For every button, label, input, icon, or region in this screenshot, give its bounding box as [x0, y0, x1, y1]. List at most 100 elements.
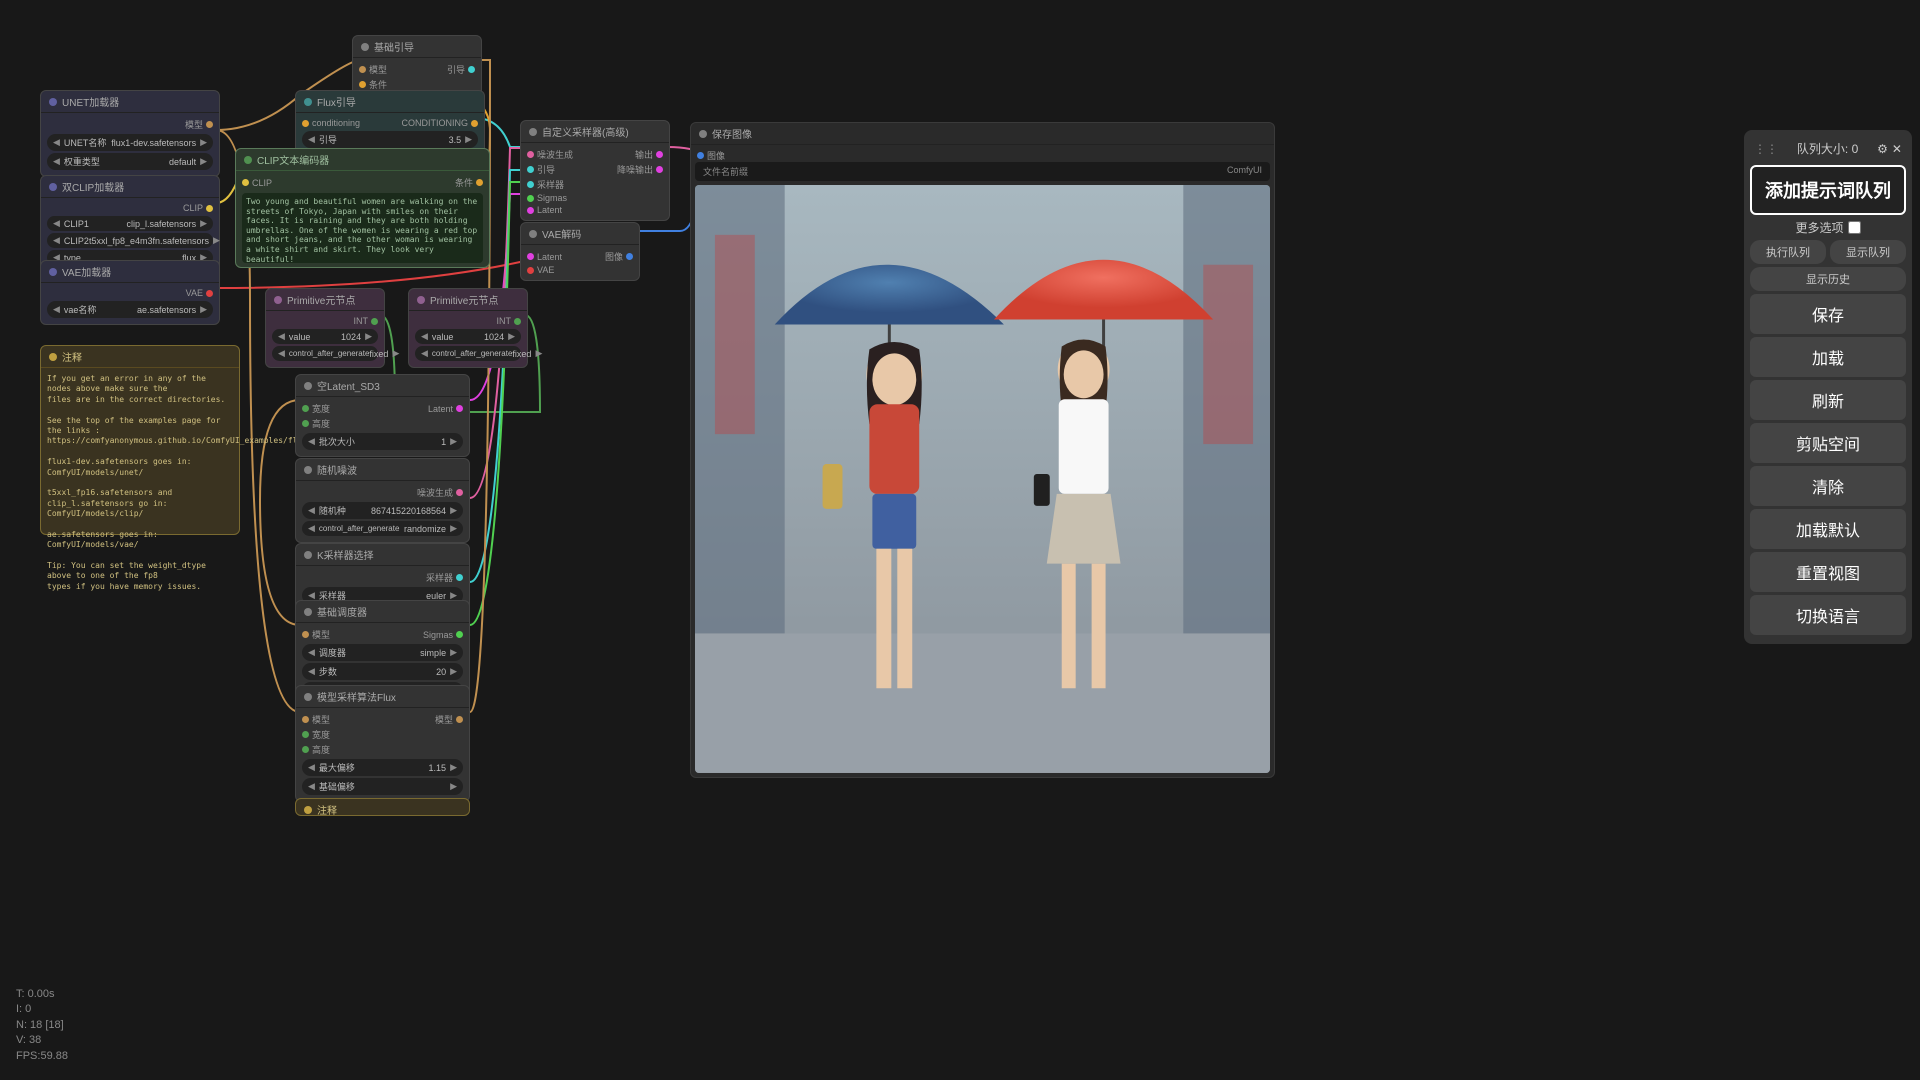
prompt-textarea[interactable]: Two young and beautiful women are walkin… — [242, 193, 483, 263]
node-flux-guidance[interactable]: Flux引导 conditioningCONDITIONING ◀引导3.5▶ — [295, 90, 485, 155]
port-image-out[interactable] — [626, 253, 633, 260]
widget-clip2[interactable]: ◀CLIP2t5xxl_fp8_e4m3fn.safetensors▶ — [47, 233, 213, 248]
clipspace-button[interactable]: 剪贴空间 — [1750, 423, 1906, 463]
widget-scheduler[interactable]: ◀调度器simple▶ — [302, 644, 463, 661]
node-dot-icon — [49, 353, 57, 361]
node-dot-icon — [529, 128, 537, 136]
port-cond-out[interactable] — [471, 120, 478, 127]
node-vae-loader[interactable]: VAE加载器 VAE ◀vae名称ae.safetensors▶ — [40, 260, 220, 325]
status-overlay: T: 0.00s I: 0 N: 18 [18] V: 38 FPS:59.88 — [16, 987, 68, 1064]
widget-clip1[interactable]: ◀CLIP1clip_l.safetensors▶ — [47, 216, 213, 231]
port-model-in[interactable] — [302, 716, 309, 723]
node-note[interactable]: 注释 If you get an error in any of the nod… — [40, 345, 240, 535]
load-button[interactable]: 加载 — [1750, 337, 1906, 377]
node-empty-latent[interactable]: 空Latent_SD3 宽度Latent 高度 ◀批次大小1▶ — [295, 374, 470, 457]
node-model-sampling-flux[interactable]: 模型采样算法Flux 模型模型 宽度 高度 ◀最大偏移1.15▶ ◀基础偏移▶ — [295, 685, 470, 802]
port-output[interactable] — [656, 151, 663, 158]
node-random-noise[interactable]: 随机噪波 噪波生成 ◀随机种867415220168564▶ ◀control_… — [295, 458, 470, 543]
port-clip-out[interactable] — [206, 205, 213, 212]
widget-max-shift[interactable]: ◀最大偏移1.15▶ — [302, 759, 463, 776]
port-image-in[interactable] — [697, 152, 704, 159]
port-width-in[interactable] — [302, 731, 309, 738]
node-dot-icon — [304, 382, 312, 390]
node-vae-decode[interactable]: VAE解码 Latent图像 VAE — [520, 222, 640, 281]
port-int-out[interactable] — [371, 318, 378, 325]
node-save-image[interactable]: 保存图像 图像 文件名前缀ComfyUI — [690, 122, 1275, 778]
node-unet-loader[interactable]: UNET加载器 模型 ◀UNET名称flux1-dev.safetensors▶… — [40, 90, 220, 177]
show-history-button[interactable]: 显示历史 — [1750, 267, 1906, 291]
port-noise-out[interactable] — [456, 489, 463, 496]
port-guider-in[interactable] — [527, 166, 534, 173]
node-dot-icon — [49, 268, 57, 276]
port-sigmas-in[interactable] — [527, 195, 534, 202]
port-latent-in[interactable] — [527, 207, 534, 214]
port-height-in[interactable] — [302, 746, 309, 753]
port-int-out[interactable] — [514, 318, 521, 325]
node-dot-icon — [304, 608, 312, 616]
port-clip-in[interactable] — [242, 179, 249, 186]
sidebar-panel[interactable]: ⋮⋮ 队列大小: 0 ⚙ ✕ 添加提示词队列 更多选项 执行队列 显示队列 显示… — [1744, 130, 1912, 644]
port-sampler-in[interactable] — [527, 181, 534, 188]
port-noise-in[interactable] — [527, 151, 534, 158]
gear-icon[interactable]: ⚙ — [1877, 142, 1888, 156]
port-denoised[interactable] — [656, 166, 663, 173]
widget-guidance[interactable]: ◀引导3.5▶ — [302, 131, 478, 148]
node-dot-icon — [417, 296, 425, 304]
port-latent-out[interactable] — [456, 405, 463, 412]
widget-base-shift[interactable]: ◀基础偏移▶ — [302, 778, 463, 795]
widget-control[interactable]: ◀control_after_generaterandomize▶ — [302, 521, 463, 536]
exec-queue-button[interactable]: 执行队列 — [1750, 240, 1826, 264]
refresh-button[interactable]: 刷新 — [1750, 380, 1906, 420]
port-cond-in[interactable] — [359, 81, 366, 88]
widget-control[interactable]: ◀control_after_generatefixed▶ — [415, 346, 521, 361]
port-cond-out[interactable] — [476, 179, 483, 186]
load-default-button[interactable]: 加载默认 — [1750, 509, 1906, 549]
port-sampler-out[interactable] — [456, 574, 463, 581]
more-options-checkbox[interactable] — [1848, 221, 1861, 234]
node-basic-guidance[interactable]: 基础引导 模型引导 条件 — [352, 35, 482, 97]
port-model-in[interactable] — [302, 631, 309, 638]
port-sigmas-out[interactable] — [456, 631, 463, 638]
port-guider-out[interactable] — [468, 66, 475, 73]
node-dot-icon — [304, 98, 312, 106]
widget-batch[interactable]: ◀批次大小1▶ — [302, 433, 463, 450]
node-dot-icon — [49, 183, 57, 191]
port-latent-in[interactable] — [527, 253, 534, 260]
port-vae-out[interactable] — [206, 290, 213, 297]
node-dot-icon — [49, 98, 57, 106]
widget-seed[interactable]: ◀随机种867415220168564▶ — [302, 502, 463, 519]
reset-view-button[interactable]: 重置视图 — [1750, 552, 1906, 592]
widget-control[interactable]: ◀control_after_generatefixed▶ — [272, 346, 378, 361]
clear-button[interactable]: 清除 — [1750, 466, 1906, 506]
node-dual-clip-loader[interactable]: 双CLIP加载器 CLIP ◀CLIP1clip_l.safetensors▶ … — [40, 175, 220, 272]
show-queue-button[interactable]: 显示队列 — [1830, 240, 1906, 264]
port-cond-in[interactable] — [302, 120, 309, 127]
node-note-2[interactable]: 注释 — [295, 798, 470, 816]
add-queue-button[interactable]: 添加提示词队列 — [1750, 165, 1906, 215]
preview-image — [695, 185, 1270, 773]
widget-unet-name[interactable]: ◀UNET名称flux1-dev.safetensors▶ — [47, 134, 213, 151]
port-model-in[interactable] — [359, 66, 366, 73]
filename-prefix-input[interactable]: 文件名前缀ComfyUI — [695, 162, 1270, 181]
widget-value[interactable]: ◀value1024▶ — [272, 329, 378, 344]
queue-size-label: 队列大小: 0 — [1797, 140, 1858, 157]
close-icon[interactable]: ✕ — [1892, 142, 1902, 156]
node-primitive-2[interactable]: Primitive元节点 INT ◀value1024▶ ◀control_af… — [408, 288, 528, 368]
port-vae-in[interactable] — [527, 267, 534, 274]
note-text: If you get an error in any of the nodes … — [41, 368, 239, 598]
widget-steps[interactable]: ◀步数20▶ — [302, 663, 463, 680]
port-height-in[interactable] — [302, 420, 309, 427]
widget-weight-type[interactable]: ◀权重类型default▶ — [47, 153, 213, 170]
port-width-in[interactable] — [302, 405, 309, 412]
node-dot-icon — [304, 551, 312, 559]
node-clip-text-encode[interactable]: CLIP文本编码器 CLIP条件 Two young and beautiful… — [235, 148, 490, 268]
widget-vae-name[interactable]: ◀vae名称ae.safetensors▶ — [47, 301, 213, 318]
toggle-language-button[interactable]: 切换语言 — [1750, 595, 1906, 635]
port-model-out[interactable] — [206, 121, 213, 128]
widget-value[interactable]: ◀value1024▶ — [415, 329, 521, 344]
save-button[interactable]: 保存 — [1750, 294, 1906, 334]
node-primitive-1[interactable]: Primitive元节点 INT ◀value1024▶ ◀control_af… — [265, 288, 385, 368]
node-custom-sampler[interactable]: 自定义采样器(高级) 噪波生成输出 引导降噪输出 采样器 Sigmas Late… — [520, 120, 670, 221]
port-model-out[interactable] — [456, 716, 463, 723]
drag-handle-icon[interactable]: ⋮⋮ — [1754, 142, 1778, 156]
